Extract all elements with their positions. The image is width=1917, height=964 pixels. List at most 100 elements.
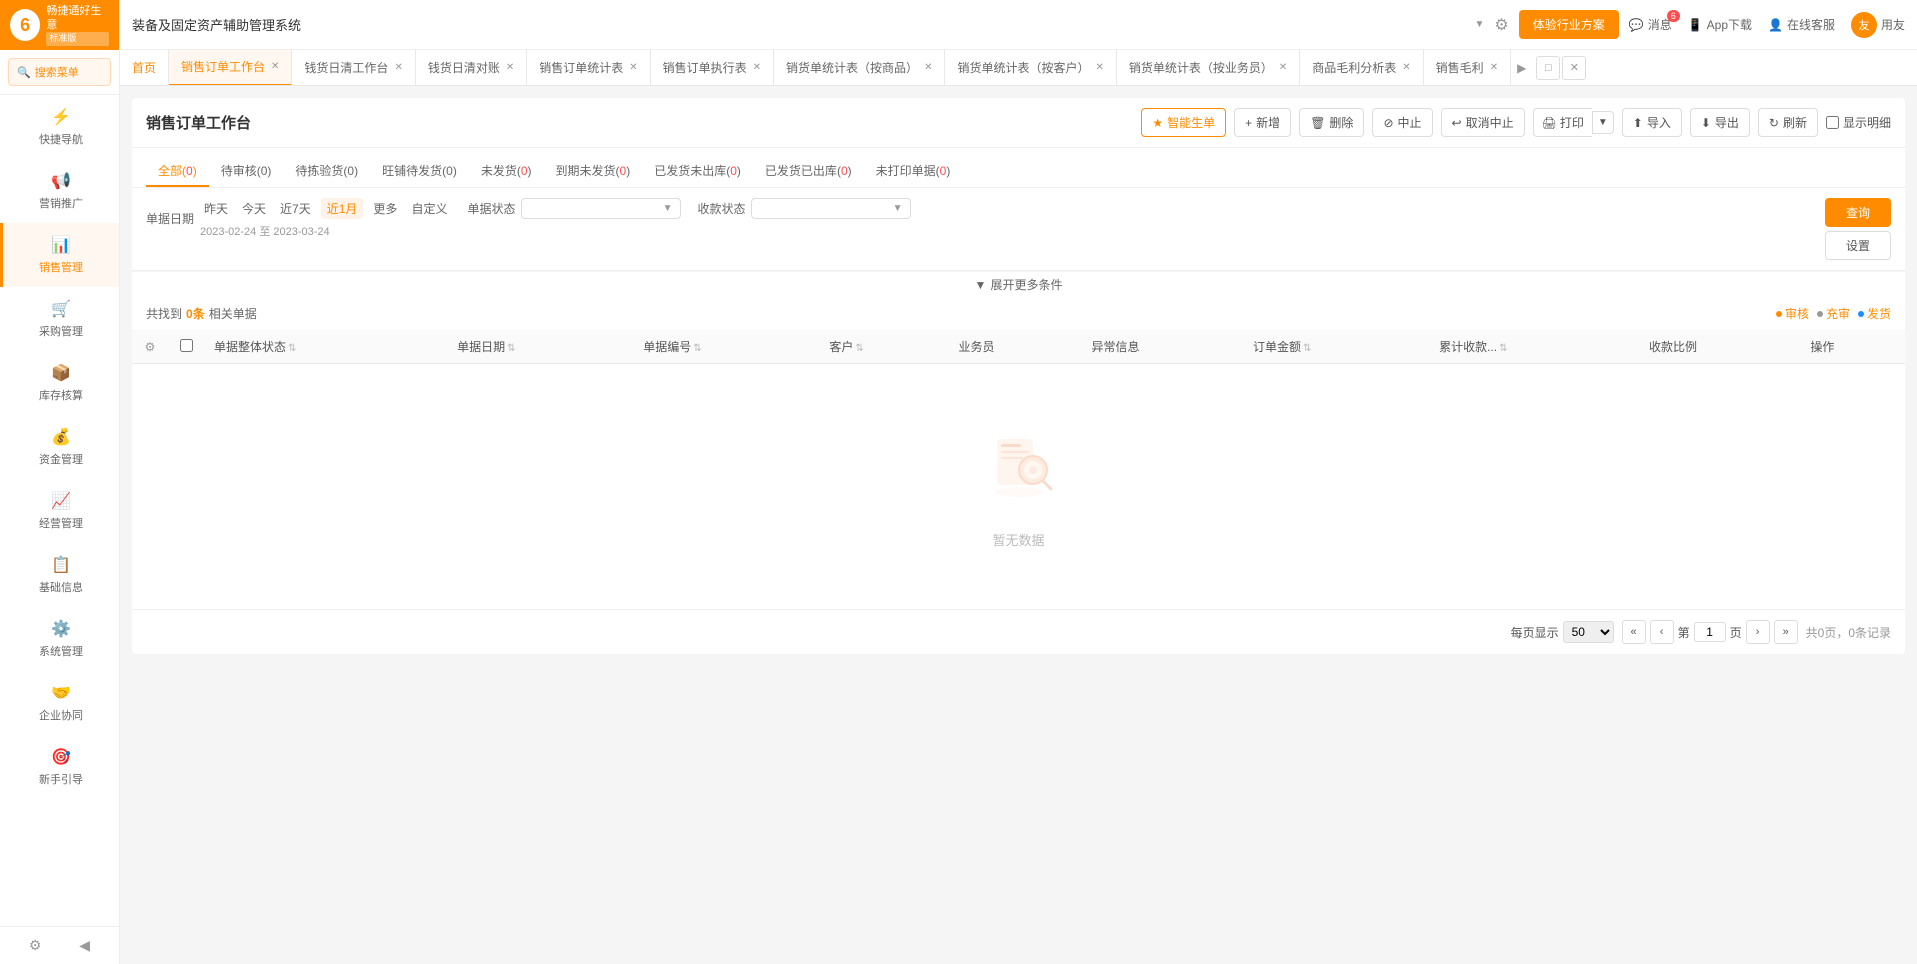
page-size-select[interactable]: 20 50 100 — [1563, 621, 1614, 643]
sort-amount-icon[interactable]: ⇅ — [1303, 343, 1311, 354]
tab-cash-reconcile[interactable]: 钱货日清对账 ✕ — [416, 50, 527, 86]
sidebar-item-quick-nav[interactable]: ⚡ 快捷导航 — [0, 95, 119, 159]
sidebar-item-cooperation[interactable]: 🤝 企业协同 — [0, 671, 119, 735]
collapse-sidebar-icon[interactable]: ◀ — [79, 937, 90, 954]
select-all-checkbox[interactable] — [180, 339, 193, 352]
add-button[interactable]: + 新增 — [1234, 108, 1291, 137]
sub-tab-wangpu-delivery[interactable]: 旺铺待发货(0) — [370, 156, 469, 187]
print-dropdown-button[interactable]: ▼ — [1592, 111, 1614, 134]
total-count: 共0页，0条记录 — [1806, 624, 1891, 641]
sort-customer-icon[interactable]: ⇅ — [855, 343, 863, 354]
stop-button[interactable]: ⊘ 中止 — [1372, 108, 1432, 137]
delete-button[interactable]: 🗑 删除 — [1299, 108, 1364, 137]
tab-close-all-button[interactable]: ✕ — [1562, 56, 1586, 80]
sidebar-item-basic-info[interactable]: 📋 基础信息 — [0, 543, 119, 607]
app-download-button[interactable]: 📱 App下载 — [1688, 16, 1752, 33]
tab-close-icon[interactable]: ✕ — [1402, 62, 1410, 73]
search-menu-button[interactable]: 🔍 搜索菜单 — [8, 58, 111, 86]
sub-tab-undelivered[interactable]: 未发货(0) — [469, 156, 544, 187]
tab-sales-order-exec[interactable]: 销售订单执行表 ✕ — [651, 50, 774, 86]
sidebar-item-inventory[interactable]: 📦 库存核算 — [0, 351, 119, 415]
tab-close-icon[interactable]: ✕ — [1279, 62, 1287, 73]
th-checkbox[interactable] — [168, 330, 204, 364]
search-icon: 🔍 — [17, 66, 31, 79]
sidebar: 6 畅捷通好生意 标准版 🔍 搜索菜单 ⚡ 快捷导航 📢 营销推广 📊 销售管理… — [0, 0, 120, 964]
tab-sales-stats-salesman[interactable]: 销货单统计表（按业务员） ✕ — [1117, 50, 1300, 86]
user-profile-button[interactable]: 友 用友 — [1851, 12, 1905, 38]
sort-number-icon[interactable]: ⇅ — [693, 343, 701, 354]
tab-home[interactable]: 首页 — [120, 50, 169, 86]
sidebar-item-finance[interactable]: 💰 资金管理 — [0, 415, 119, 479]
tab-close-icon[interactable]: ✕ — [629, 62, 637, 73]
next-page-button[interactable]: › — [1746, 620, 1770, 644]
online-service-button[interactable]: 👤 在线客服 — [1768, 16, 1835, 33]
audit-batch-button[interactable]: 审核 — [1776, 305, 1809, 322]
sidebar-item-purchase[interactable]: 🛒 采购管理 — [0, 287, 119, 351]
sidebar-item-label: 快捷导航 — [39, 131, 83, 147]
tab-sales-order-stats[interactable]: 销售订单统计表 ✕ — [527, 50, 650, 86]
marketing-icon: 📢 — [51, 171, 71, 191]
tabs-scroll-right-icon[interactable]: ▶ — [1511, 50, 1532, 86]
deliver-batch-button[interactable]: 发货 — [1858, 305, 1891, 322]
tab-close-icon[interactable]: ✕ — [506, 62, 514, 73]
date-opt-custom[interactable]: 自定义 — [407, 198, 451, 219]
tab-sales-order-workbench[interactable]: 销售订单工作台 ✕ — [169, 50, 292, 86]
prev-page-button[interactable]: ‹ — [1650, 620, 1674, 644]
date-opt-1month[interactable]: 近1月 — [321, 198, 364, 219]
tab-sales-stats-customer[interactable]: 销货单统计表（按客户） ✕ — [945, 50, 1116, 86]
sub-tab-pending-review[interactable]: 待审核(0) — [209, 156, 284, 187]
sub-tab-pending-check[interactable]: 待拣验货(0) — [283, 156, 370, 187]
tab-close-icon[interactable]: ✕ — [1095, 62, 1103, 73]
cancel-audit-batch-button[interactable]: 充审 — [1817, 305, 1850, 322]
date-opt-more[interactable]: 更多 — [369, 198, 401, 219]
tab-close-icon[interactable]: ✕ — [924, 62, 932, 73]
sidebar-item-sales[interactable]: 📊 销售管理 — [0, 223, 119, 287]
sidebar-item-operations[interactable]: 📈 经营管理 — [0, 479, 119, 543]
show-detail-toggle[interactable]: 显示明细 — [1826, 114, 1891, 131]
tab-close-icon[interactable]: ✕ — [1490, 62, 1498, 73]
settings-gear-icon[interactable]: ⚙ — [29, 937, 42, 954]
title-dropdown-icon[interactable]: ▼ — [1474, 19, 1484, 30]
sort-date-icon[interactable]: ⇅ — [507, 343, 515, 354]
sort-collected-icon[interactable]: ⇅ — [1499, 343, 1507, 354]
tab-sales-stats-product[interactable]: 销货单统计表（按商品） ✕ — [774, 50, 945, 86]
settings-button[interactable]: 设置 — [1825, 231, 1891, 260]
tab-sales-profit[interactable]: 销售毛利 ✕ — [1424, 50, 1511, 86]
th-settings[interactable]: ⚙ — [132, 330, 168, 364]
message-button[interactable]: 💬 消息 6 — [1629, 16, 1672, 33]
status-select[interactable]: ▼ — [521, 198, 681, 219]
sub-tab-expired-undelivered[interactable]: 到期未发货(0) — [544, 156, 643, 187]
expand-filter-button[interactable]: ▼ 展开更多条件 — [975, 276, 1063, 293]
tab-close-icon[interactable]: ✕ — [753, 62, 761, 73]
payment-select[interactable]: ▼ — [751, 198, 911, 219]
refresh-button[interactable]: ↻ 刷新 — [1758, 108, 1818, 137]
smart-create-button[interactable]: ★ 智能生单 — [1141, 108, 1226, 137]
tab-close-icon[interactable]: ✕ — [271, 61, 279, 72]
date-opt-7days[interactable]: 近7天 — [276, 198, 315, 219]
sub-tab-delivered-not-in[interactable]: 已发货未出库(0) — [642, 156, 753, 187]
sub-tab-unprinted[interactable]: 未打印单据(0) — [864, 156, 963, 187]
query-button[interactable]: 查询 — [1825, 198, 1891, 227]
sidebar-item-marketing[interactable]: 📢 营销推广 — [0, 159, 119, 223]
tab-product-margin[interactable]: 商品毛利分析表 ✕ — [1300, 50, 1423, 86]
first-page-button[interactable]: « — [1622, 620, 1646, 644]
cancel-stop-button[interactable]: ↩ 取消中止 — [1441, 108, 1525, 137]
sub-tab-all[interactable]: 全部(0) — [146, 156, 209, 187]
sidebar-item-system[interactable]: ⚙️ 系统管理 — [0, 607, 119, 671]
sort-status-icon[interactable]: ⇅ — [288, 343, 296, 354]
date-opt-yesterday[interactable]: 昨天 — [200, 198, 232, 219]
sub-tab-delivered-out[interactable]: 已发货已出库(0) — [753, 156, 864, 187]
export-button[interactable]: ⬇ 导出 — [1690, 108, 1750, 137]
show-detail-checkbox[interactable] — [1826, 116, 1839, 129]
solution-button[interactable]: 体验行业方案 — [1519, 10, 1619, 39]
sidebar-item-guide[interactable]: 🎯 新手引导 — [0, 735, 119, 799]
tab-cash-daily[interactable]: 钱货日清工作台 ✕ — [292, 50, 415, 86]
import-button[interactable]: ⬆ 导入 — [1622, 108, 1682, 137]
tab-close-icon[interactable]: ✕ — [394, 62, 402, 73]
tab-maximize-button[interactable]: □ — [1536, 56, 1560, 80]
last-page-button[interactable]: » — [1774, 620, 1798, 644]
print-button[interactable]: 🖨 打印 — [1533, 108, 1592, 137]
topbar-settings-icon[interactable]: ⚙ — [1494, 15, 1508, 35]
page-number-input[interactable] — [1694, 622, 1726, 642]
date-opt-today[interactable]: 今天 — [238, 198, 270, 219]
